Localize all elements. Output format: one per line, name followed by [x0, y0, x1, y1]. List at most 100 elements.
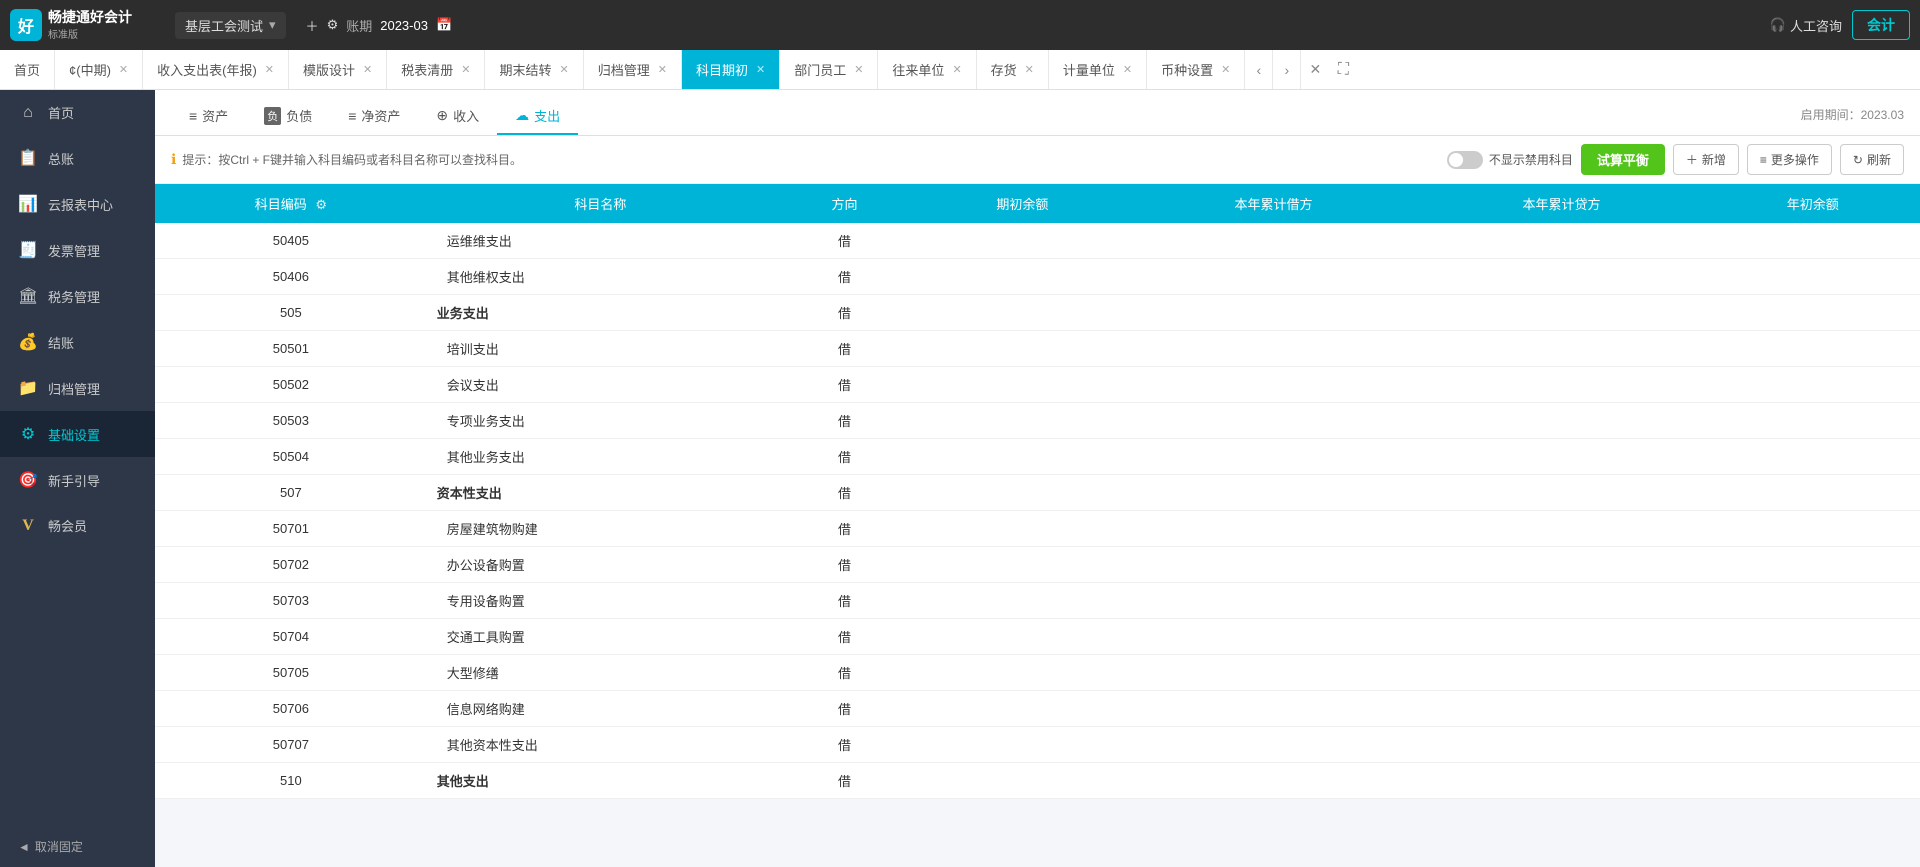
table-row[interactable]: 50705 大型修缮 借 — [155, 655, 1920, 691]
table-row[interactable]: 50503 专项业务支出 借 — [155, 403, 1920, 439]
add-tab-btn[interactable]: ＋ — [306, 16, 319, 35]
tab-period-end[interactable]: 期末结转 ✕ — [485, 50, 583, 90]
table-row[interactable]: 50702 办公设备购置 借 — [155, 547, 1920, 583]
table-row[interactable]: 510 其他支出 借 — [155, 763, 1920, 799]
calendar-icon[interactable]: 📅 — [436, 17, 452, 33]
collapse-btn[interactable]: ◄ 取消固定 — [18, 838, 137, 855]
add-btn[interactable]: ＋ 新增 — [1673, 144, 1739, 175]
tab-archive[interactable]: 归档管理 ✕ — [584, 50, 682, 90]
cell-ytd-debit — [1130, 223, 1418, 259]
cell-opening-balance — [915, 475, 1130, 511]
tab-tax[interactable]: 税表清册 ✕ — [387, 50, 485, 90]
table-header-row: 科目编码 ⚙ 科目名称 方向 期初余额 本年累计借方 本年累计贷方 年初余额 — [155, 184, 1920, 223]
sub-tab-net-assets[interactable]: ≡ 净资产 — [330, 98, 418, 135]
sub-tab-income-label: 收入 — [453, 106, 479, 125]
assets-icon: ≡ — [189, 108, 197, 124]
table-row[interactable]: 507 资本性支出 借 — [155, 475, 1920, 511]
tab-unit[interactable]: 计量单位 ✕ — [1049, 50, 1147, 90]
tab-template[interactable]: 模版设计 ✕ — [289, 50, 387, 90]
tab-close-inventory[interactable]: ✕ — [1025, 63, 1034, 76]
cell-opening-balance — [915, 583, 1130, 619]
tab-expand-btn[interactable]: ⛶ — [1329, 50, 1357, 90]
company-selector[interactable]: 基层工会测试 ▾ — [175, 12, 286, 39]
table-row[interactable]: 50704 交通工具购置 借 — [155, 619, 1920, 655]
table-row[interactable]: 50707 其他资本性支出 借 — [155, 727, 1920, 763]
refresh-btn[interactable]: ↻ 刷新 — [1840, 144, 1904, 175]
tab-next-btn[interactable]: › — [1273, 50, 1301, 90]
tab-prev-btn[interactable]: ‹ — [1245, 50, 1273, 90]
sidebar-item-tax[interactable]: 🏛 税务管理 — [0, 273, 155, 319]
col-code: 科目编码 ⚙ — [155, 184, 427, 223]
sub-tab-assets-label: 资产 — [202, 106, 228, 125]
table-row[interactable]: 50405 运维维支出 借 — [155, 223, 1920, 259]
settings-btn[interactable]: ⚙ — [327, 17, 339, 33]
cell-direction: 借 — [774, 583, 915, 619]
sub-tab-expense[interactable]: ☁ 支出 — [497, 98, 578, 135]
sidebar-item-invoice[interactable]: 🧾 发票管理 — [0, 227, 155, 273]
tab-annual[interactable]: 收入支出表(年报) ✕ — [143, 50, 289, 90]
table-row[interactable]: 50703 专用设备购置 借 — [155, 583, 1920, 619]
tab-mid[interactable]: ¢(中期) ✕ — [55, 50, 143, 90]
logo-area: 好 畅捷通好会计 标准版 — [10, 9, 165, 41]
company-name: 基层工会测试 — [185, 16, 263, 35]
tab-close-clients[interactable]: ✕ — [952, 63, 961, 76]
tab-close-currency[interactable]: ✕ — [1221, 63, 1230, 76]
table-row[interactable]: 50504 其他业务支出 借 — [155, 439, 1920, 475]
expense-icon: ☁ — [515, 107, 529, 124]
sidebar-item-member[interactable]: V 畅会员 — [0, 503, 155, 548]
cell-year-begin-balance — [1705, 511, 1920, 547]
tab-close-all-btn[interactable]: ✕ — [1301, 50, 1329, 90]
sidebar-item-guide[interactable]: 🎯 新手引导 — [0, 457, 155, 503]
tab-home[interactable]: 首页 — [0, 50, 55, 90]
tab-close-mid[interactable]: ✕ — [119, 63, 128, 76]
sub-tab-liabilities[interactable]: 负 负债 — [246, 98, 330, 135]
more-btn[interactable]: ≡ 更多操作 — [1747, 144, 1832, 175]
tab-close-subject-init[interactable]: ✕ — [756, 63, 765, 76]
sub-tab-assets[interactable]: ≡ 资产 — [171, 98, 246, 135]
service-label: 人工咨询 — [1790, 16, 1842, 35]
col-ytd-credit: 本年累计贷方 — [1418, 184, 1706, 223]
cell-direction: 借 — [774, 655, 915, 691]
sidebar-label-reports: 云报表中心 — [48, 195, 113, 214]
cell-ytd-credit — [1418, 367, 1706, 403]
tab-close-template[interactable]: ✕ — [363, 63, 372, 76]
sidebar-item-ledger[interactable]: 📋 总账 — [0, 135, 155, 181]
table-row[interactable]: 505 业务支出 借 — [155, 295, 1920, 331]
sidebar-item-reports[interactable]: 📊 云报表中心 — [0, 181, 155, 227]
cell-year-begin-balance — [1705, 655, 1920, 691]
tab-close-annual[interactable]: ✕ — [265, 63, 274, 76]
tab-close-archive[interactable]: ✕ — [658, 63, 667, 76]
tab-subject-init[interactable]: 科目期初 ✕ — [682, 50, 780, 90]
sidebar-item-settlement[interactable]: 💰 结账 — [0, 319, 155, 365]
sidebar-item-archive[interactable]: 📁 归档管理 — [0, 365, 155, 411]
cell-code: 50405 — [155, 223, 427, 259]
table-row[interactable]: 50701 房屋建筑物购建 借 — [155, 511, 1920, 547]
cell-ytd-debit — [1130, 763, 1418, 799]
tab-clients[interactable]: 往来单位 ✕ — [878, 50, 976, 90]
table-row[interactable]: 50502 会议支出 借 — [155, 367, 1920, 403]
tab-close-unit[interactable]: ✕ — [1123, 63, 1132, 76]
account-btn[interactable]: 会计 — [1852, 10, 1910, 40]
tab-close-tax[interactable]: ✕ — [461, 63, 470, 76]
balance-btn[interactable]: 试算平衡 — [1581, 144, 1665, 175]
cell-ytd-credit — [1418, 691, 1706, 727]
tab-inventory[interactable]: 存货 ✕ — [977, 50, 1049, 90]
tab-currency[interactable]: 币种设置 ✕ — [1147, 50, 1245, 90]
gear-icon[interactable]: ⚙ — [315, 197, 327, 212]
sub-tab-income[interactable]: ⊕ 收入 — [418, 98, 497, 135]
tab-dept[interactable]: 部门员工 ✕ — [780, 50, 878, 90]
table-row[interactable]: 50706 信息网络购建 借 — [155, 691, 1920, 727]
table-row[interactable]: 50501 培训支出 借 — [155, 331, 1920, 367]
content-area: ≡ 资产 负 负债 ≡ 净资产 ⊕ 收入 ☁ 支出 启用期间：2023.03 — [155, 90, 1920, 867]
tab-close-dept[interactable]: ✕ — [854, 63, 863, 76]
toggle-disabled-subjects[interactable] — [1447, 151, 1483, 169]
add-label: 新增 — [1702, 151, 1726, 168]
cell-name: 信息网络购建 — [427, 691, 774, 727]
sidebar-item-settings[interactable]: ⚙ 基础设置 — [0, 411, 155, 457]
service-btn[interactable]: 🎧 人工咨询 — [1770, 16, 1842, 35]
sidebar-item-home[interactable]: ⌂ 首页 — [0, 90, 155, 135]
tab-close-period-end[interactable]: ✕ — [560, 63, 569, 76]
cell-ytd-credit — [1418, 403, 1706, 439]
cell-direction: 借 — [774, 295, 915, 331]
table-row[interactable]: 50406 其他维权支出 借 — [155, 259, 1920, 295]
